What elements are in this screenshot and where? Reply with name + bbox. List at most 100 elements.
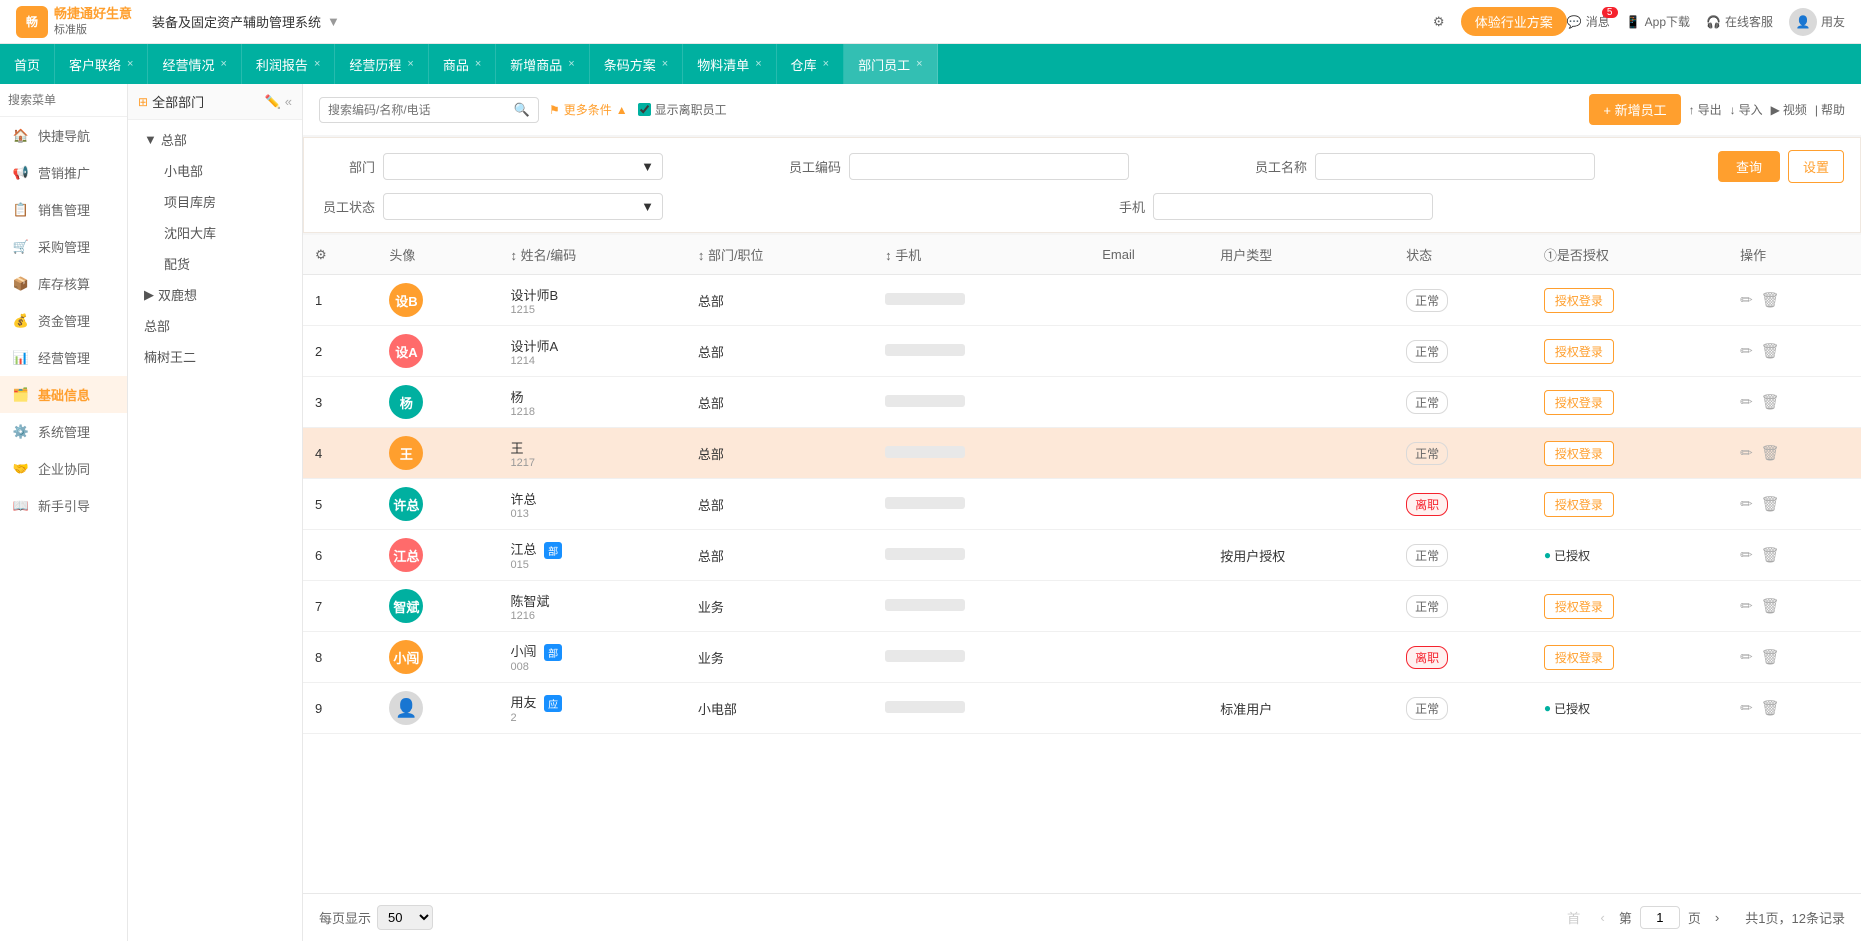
close-tab-addgoods[interactable]: × bbox=[568, 58, 574, 70]
per-page-select[interactable]: 50 20 100 bbox=[377, 905, 433, 930]
help-button[interactable]: | 帮助 bbox=[1815, 101, 1845, 118]
export-button[interactable]: ↑ 导出 bbox=[1689, 101, 1722, 118]
message-icon-item[interactable]: 💬 5 消息 bbox=[1567, 13, 1610, 30]
delete-icon[interactable]: 🗑 bbox=[1761, 699, 1780, 717]
first-page-btn[interactable]: 首 bbox=[1561, 904, 1586, 931]
dept-node-xiaodian[interactable]: 小电部 bbox=[156, 155, 302, 186]
delete-icon[interactable]: 🗑 bbox=[1761, 546, 1780, 564]
system-dropdown-arrow[interactable]: ▼ bbox=[327, 14, 340, 29]
tab-goods[interactable]: 商品 × bbox=[429, 44, 496, 84]
sidebar-item-management[interactable]: 📊 经营管理 bbox=[0, 339, 127, 376]
edit-icon[interactable]: ✏ bbox=[1740, 393, 1753, 411]
edit-icon[interactable]: ✏ bbox=[1740, 444, 1753, 462]
status-select[interactable]: ▼ bbox=[383, 193, 663, 220]
online-service-item[interactable]: 🎧 在线客服 bbox=[1706, 13, 1773, 30]
tab-customer[interactable]: 客户联络 × bbox=[55, 44, 148, 84]
sidebar-item-marketing[interactable]: 📢 营销推广 bbox=[0, 154, 127, 191]
sidebar-item-nav[interactable]: 🏠 快捷导航 bbox=[0, 117, 127, 154]
all-dept-label[interactable]: ⊞ 全部部门 bbox=[138, 92, 204, 111]
tab-warehouse[interactable]: 仓库 × bbox=[777, 44, 844, 84]
dept-node-peihuo[interactable]: 配货 bbox=[156, 248, 302, 279]
user-area[interactable]: 👤 用友 bbox=[1789, 8, 1845, 36]
sidebar-item-collab[interactable]: 🤝 企业协同 bbox=[0, 450, 127, 487]
sidebar-item-system[interactable]: ⚙️ 系统管理 bbox=[0, 413, 127, 450]
auth-login-btn[interactable]: 授权登录 bbox=[1544, 492, 1614, 517]
auth-login-btn[interactable]: 授权登录 bbox=[1544, 594, 1614, 619]
delete-icon[interactable]: 🗑 bbox=[1761, 342, 1780, 360]
sidebar-item-finance[interactable]: 💰 资金管理 bbox=[0, 302, 127, 339]
edit-icon[interactable]: ✏ bbox=[1740, 291, 1753, 309]
delete-icon[interactable]: 🗑 bbox=[1761, 597, 1780, 615]
close-tab-employee[interactable]: × bbox=[916, 58, 922, 70]
emp-code-input[interactable] bbox=[849, 153, 1129, 180]
delete-icon[interactable]: 🗑 bbox=[1761, 648, 1780, 666]
auth-login-btn[interactable]: 授权登录 bbox=[1544, 390, 1614, 415]
next-page-btn[interactable]: › bbox=[1709, 906, 1725, 929]
close-tab-goods[interactable]: × bbox=[475, 58, 481, 70]
close-tab-bom[interactable]: × bbox=[755, 58, 761, 70]
view-button[interactable]: ▶ 视频 bbox=[1771, 101, 1807, 118]
col-dept[interactable]: ↕ 部门/职位 bbox=[686, 235, 873, 275]
dept-node-zongbu[interactable]: 总部 bbox=[128, 310, 302, 341]
edit-icon[interactable]: ✏ bbox=[1740, 546, 1753, 564]
dept-node-nanshu[interactable]: 楠树王二 bbox=[128, 341, 302, 372]
dept-edit-icon[interactable]: ✏️ bbox=[265, 94, 281, 110]
search-input[interactable] bbox=[328, 103, 508, 117]
tab-bom[interactable]: 物料清单 × bbox=[683, 44, 776, 84]
show-resigned-checkbox[interactable] bbox=[638, 103, 651, 116]
tab-operation[interactable]: 经营情况 × bbox=[148, 44, 241, 84]
set-button[interactable]: 设置 bbox=[1788, 150, 1844, 183]
prev-page-btn[interactable]: ‹ bbox=[1594, 906, 1610, 929]
tab-home[interactable]: 首页 bbox=[0, 44, 55, 84]
phone-input[interactable] bbox=[1153, 193, 1433, 220]
settings-icon[interactable]: ⚙ bbox=[1425, 8, 1453, 36]
page-input[interactable] bbox=[1640, 906, 1680, 929]
trial-button[interactable]: 体验行业方案 bbox=[1461, 7, 1567, 36]
auth-login-btn[interactable]: 授权登录 bbox=[1544, 339, 1614, 364]
col-name[interactable]: ↕ 姓名/编码 bbox=[499, 235, 686, 275]
delete-icon[interactable]: 🗑 bbox=[1761, 291, 1780, 309]
delete-icon[interactable]: 🗑 bbox=[1761, 444, 1780, 462]
tab-employee[interactable]: 部门员工 × bbox=[844, 44, 937, 84]
close-tab-customer[interactable]: × bbox=[127, 58, 133, 70]
sidebar-item-inventory[interactable]: 📦 库存核算 bbox=[0, 265, 127, 302]
auth-login-btn[interactable]: 授权登录 bbox=[1544, 288, 1614, 313]
sidebar-item-guide[interactable]: 📖 新手引导 bbox=[0, 487, 127, 524]
close-tab-warehouse[interactable]: × bbox=[823, 58, 829, 70]
dept-node-shenyang[interactable]: 沈阳大库 bbox=[156, 217, 302, 248]
close-tab-barcode[interactable]: × bbox=[662, 58, 668, 70]
close-tab-history[interactable]: × bbox=[407, 58, 413, 70]
edit-icon[interactable]: ✏ bbox=[1740, 342, 1753, 360]
tab-addgoods[interactable]: 新增商品 × bbox=[496, 44, 589, 84]
delete-icon[interactable]: 🗑 bbox=[1761, 393, 1780, 411]
auth-login-btn[interactable]: 授权登录 bbox=[1544, 441, 1614, 466]
tab-profit[interactable]: 利润报告 × bbox=[242, 44, 335, 84]
tab-barcode[interactable]: 条码方案 × bbox=[590, 44, 683, 84]
sidebar-search-input[interactable] bbox=[8, 93, 128, 107]
close-tab-operation[interactable]: × bbox=[220, 58, 226, 70]
dept-node-shuanglu[interactable]: ▶ 双鹿想 bbox=[128, 279, 302, 310]
add-employee-button[interactable]: + 新增员工 bbox=[1589, 94, 1680, 125]
col-settings[interactable]: ⚙ bbox=[303, 235, 377, 275]
dept-node-project[interactable]: 项目库房 bbox=[156, 186, 302, 217]
import-button[interactable]: ↓ 导入 bbox=[1730, 101, 1763, 118]
delete-icon[interactable]: 🗑 bbox=[1761, 495, 1780, 513]
close-tab-profit[interactable]: × bbox=[314, 58, 320, 70]
sidebar-item-sales[interactable]: 📋 销售管理 bbox=[0, 191, 127, 228]
edit-icon[interactable]: ✏ bbox=[1740, 495, 1753, 513]
edit-icon[interactable]: ✏ bbox=[1740, 699, 1753, 717]
dept-collapse-icon[interactable]: « bbox=[285, 94, 292, 110]
edit-icon[interactable]: ✏ bbox=[1740, 648, 1753, 666]
query-button[interactable]: 查询 bbox=[1718, 151, 1780, 182]
auth-login-btn[interactable]: 授权登录 bbox=[1544, 645, 1614, 670]
dept-select[interactable]: ▼ bbox=[383, 153, 663, 180]
edit-icon[interactable]: ✏ bbox=[1740, 597, 1753, 615]
dept-node-general[interactable]: ▼ 总部 bbox=[128, 124, 302, 155]
app-download-item[interactable]: 📱 App下载 bbox=[1626, 13, 1690, 30]
tab-history[interactable]: 经营历程 × bbox=[335, 44, 428, 84]
sidebar-item-basic-info[interactable]: 🗂️ 基础信息 bbox=[0, 376, 127, 413]
emp-name-input[interactable] bbox=[1315, 153, 1595, 180]
sidebar-item-purchase[interactable]: 🛒 采购管理 bbox=[0, 228, 127, 265]
more-conditions[interactable]: ⚑ 更多条件 ▲ bbox=[549, 101, 628, 118]
col-phone[interactable]: ↕ 手机 bbox=[873, 235, 1090, 275]
